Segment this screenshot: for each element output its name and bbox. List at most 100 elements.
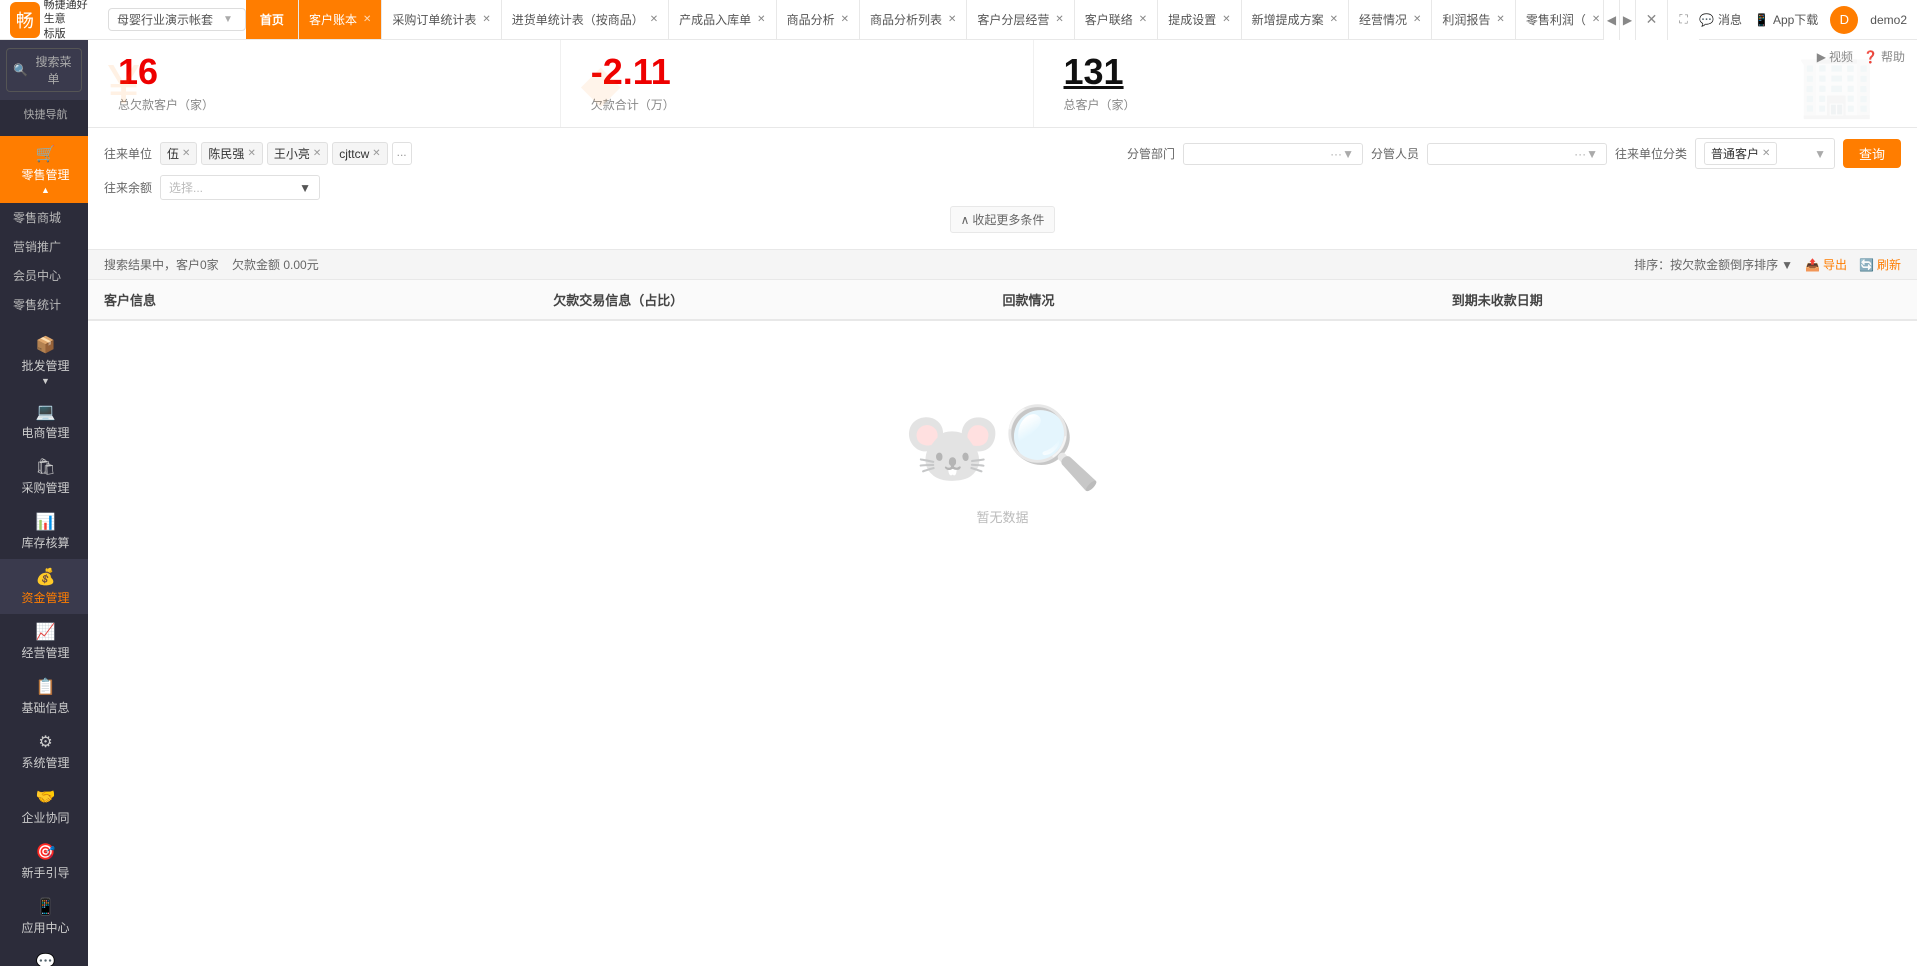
stat-bg-diamond-icon: ◆ xyxy=(581,54,621,114)
person-select-dots[interactable]: ··· xyxy=(1574,147,1586,161)
tab-profit-report[interactable]: 利润报告 ✕ xyxy=(1432,0,1515,39)
top-bar: 畅 畅捷通好生意 标版 母婴行业演示帐套 ▼ 首页 客户账本 ✕ 采购订单统计表… xyxy=(0,0,1917,40)
video-help-btn[interactable]: ▶ 视频 xyxy=(1817,48,1853,65)
tag-close-cj[interactable]: ✕ xyxy=(372,148,380,159)
person-chevron-down-icon: ▼ xyxy=(1586,147,1598,161)
message-icon: 💬 xyxy=(1699,13,1714,27)
sidebar-sub-retail-stats[interactable]: 零售统计 xyxy=(0,290,88,319)
tab-customer-tier[interactable]: 客户分层经营 ✕ xyxy=(967,0,1074,39)
unit-filter-label: 往来单位 xyxy=(104,145,152,162)
search-menu-btn[interactable]: 🔍 搜索菜单 xyxy=(6,48,82,92)
unit-type-select[interactable]: 普通客户 ✕ ▼ xyxy=(1695,138,1835,169)
sidebar-item-retail[interactable]: 🛒 零售管理 ▲ xyxy=(0,136,88,203)
tab-scroll-controls: ◀ ▶ ✕ ⛶ xyxy=(1603,0,1699,40)
filter-row-collapse: ∧ 收起更多条件 xyxy=(104,206,1901,233)
sort-button[interactable]: 排序：按欠款金额倒序排序 ▼ xyxy=(1634,256,1793,273)
sidebar-item-newbie[interactable]: 🎯 新手引导 xyxy=(0,834,88,889)
tag-close-wu[interactable]: ✕ xyxy=(182,148,190,159)
close-icon[interactable]: ✕ xyxy=(757,14,765,25)
sidebar-item-appstore[interactable]: 📱 应用中心 xyxy=(0,889,88,944)
close-icon[interactable]: ✕ xyxy=(1055,14,1063,25)
tab-retail-profit[interactable]: 零售利润（ ✕ xyxy=(1516,0,1603,39)
filter-area: 往来单位 伍 ✕ 陈民强 ✕ 王小亮 ✕ xyxy=(88,128,1917,250)
tab-product-analysis[interactable]: 商品分析 ✕ xyxy=(777,0,860,39)
amount-select[interactable]: 选择... ▼ xyxy=(160,175,320,200)
collab-icon: 🤝 xyxy=(36,787,56,807)
sidebar-sub-members[interactable]: 会员中心 xyxy=(0,261,88,290)
refresh-icon: 🔄 xyxy=(1859,258,1874,272)
sidebar-sub-retail-mall[interactable]: 零售商城 xyxy=(0,203,88,232)
tab-fullscreen[interactable]: ⛶ xyxy=(1667,0,1699,40)
person-select[interactable]: ··· ▼ xyxy=(1427,143,1607,165)
unit-type-chevron-down-icon: ▼ xyxy=(1814,147,1826,161)
sidebar-item-enterprise-collab[interactable]: 🤝 企业协同 xyxy=(0,779,88,834)
amount-filter-label: 往来余额 xyxy=(104,179,152,196)
sidebar-item-inventory[interactable]: 📊 库存核算 xyxy=(0,504,88,559)
dept-select-dots[interactable]: ··· xyxy=(1330,147,1342,161)
tag-close-chen[interactable]: ✕ xyxy=(247,148,255,159)
username-label[interactable]: demo2 xyxy=(1870,13,1907,27)
close-icon[interactable]: ✕ xyxy=(841,14,849,25)
tab-scroll-left[interactable]: ◀ xyxy=(1603,0,1619,40)
tab-customer-contact[interactable]: 客户联络 ✕ xyxy=(1075,0,1158,39)
sidebar-item-wechat[interactable]: 💬 企业微信 xyxy=(0,944,88,966)
close-icon[interactable]: ✕ xyxy=(1330,14,1338,25)
close-icon[interactable]: ✕ xyxy=(650,14,658,25)
message-btn[interactable]: 💬 消息 xyxy=(1699,11,1742,28)
refresh-button[interactable]: 🔄 刷新 xyxy=(1859,256,1901,273)
app-download-btn[interactable]: 📱 App下载 xyxy=(1754,11,1818,28)
tab-close-all[interactable]: ✕ xyxy=(1635,0,1667,40)
tab-add-commission[interactable]: 新增提成方案 ✕ xyxy=(1242,0,1349,39)
tab-finished-product[interactable]: 产成品入库单 ✕ xyxy=(669,0,776,39)
unit-tags-more-btn[interactable]: ... xyxy=(392,142,412,165)
close-icon[interactable]: ✕ xyxy=(1139,14,1147,25)
dept-select[interactable]: ··· ▼ xyxy=(1183,143,1363,165)
amount-chevron-down-icon: ▼ xyxy=(299,181,311,195)
close-icon[interactable]: ✕ xyxy=(363,14,371,25)
appstore-icon: 📱 xyxy=(36,897,56,917)
sidebar-item-wholesale[interactable]: 📦 批发管理 ▼ xyxy=(0,327,88,394)
top-right-area: 💬 消息 📱 App下载 D demo2 xyxy=(1699,6,1907,34)
export-button[interactable]: 📤 导出 xyxy=(1805,256,1847,273)
tab-scroll-right[interactable]: ▶ xyxy=(1619,0,1635,40)
tab-home[interactable]: 首页 xyxy=(246,0,299,39)
user-avatar[interactable]: D xyxy=(1830,6,1858,34)
close-icon[interactable]: ✕ xyxy=(1592,14,1600,25)
tab-product-analysis-list[interactable]: 商品分析列表 ✕ xyxy=(860,0,967,39)
sidebar-item-quick-nav[interactable]: 快捷导航 xyxy=(0,100,88,128)
sidebar-item-system[interactable]: ⚙ 系统管理 xyxy=(0,724,88,779)
close-icon[interactable]: ✕ xyxy=(1413,14,1421,25)
tab-business-overview[interactable]: 经营情况 ✕ xyxy=(1349,0,1432,39)
query-button[interactable]: 查询 xyxy=(1843,139,1901,168)
sidebar-item-basic-info[interactable]: 📋 基础信息 xyxy=(0,669,88,724)
person-filter-label: 分管人员 xyxy=(1371,145,1419,162)
unit-tag-cj: cjttcw ✕ xyxy=(332,142,387,165)
tag-close-normal[interactable]: ✕ xyxy=(1762,148,1770,159)
sidebar-item-purchase[interactable]: 🛍 采购管理 xyxy=(0,449,88,504)
collapse-filter-btn[interactable]: ∧ 收起更多条件 xyxy=(950,206,1056,233)
tab-inbound-stats[interactable]: 进货单统计表（按商品） ✕ xyxy=(502,0,669,39)
sidebar-sub-marketing[interactable]: 营销推广 xyxy=(0,232,88,261)
close-icon[interactable]: ✕ xyxy=(1496,14,1504,25)
tag-close-wang[interactable]: ✕ xyxy=(313,148,321,159)
system-selector[interactable]: 母婴行业演示帐套 ▼ xyxy=(108,8,246,31)
question-icon: ❓ xyxy=(1863,50,1878,64)
system-icon: ⚙ xyxy=(38,732,52,752)
sidebar-item-ecommerce[interactable]: 💻 电商管理 xyxy=(0,394,88,449)
content-area: ¥ 16 总欠款客户（家） ◆ -2.11 欠款合计（万） 🏢 131 xyxy=(88,40,1917,966)
sort-chevron-down-icon: ▼ xyxy=(1781,258,1793,272)
tab-commission-settings[interactable]: 提成设置 ✕ xyxy=(1158,0,1241,39)
sidebar-item-operations[interactable]: 📈 经营管理 xyxy=(0,614,88,669)
close-icon[interactable]: ✕ xyxy=(1222,14,1230,25)
empty-illustration: 🐭🔍 xyxy=(903,401,1102,495)
tab-purchase-order-stats[interactable]: 采购订单统计表 ✕ xyxy=(382,0,501,39)
operations-icon: 📈 xyxy=(36,622,56,642)
help-btn[interactable]: ❓ 帮助 xyxy=(1863,48,1905,65)
tab-customer-ledger[interactable]: 客户账本 ✕ xyxy=(299,0,382,39)
close-icon[interactable]: ✕ xyxy=(482,14,490,25)
stat-bg-yuan-icon: ¥ xyxy=(108,51,139,116)
sidebar-item-finance[interactable]: 💰 资金管理 xyxy=(0,559,88,614)
close-icon[interactable]: ✕ xyxy=(948,14,956,25)
logo-text: 畅捷通好生意 标版 xyxy=(44,0,98,41)
search-icon: 🔍 xyxy=(13,63,28,77)
